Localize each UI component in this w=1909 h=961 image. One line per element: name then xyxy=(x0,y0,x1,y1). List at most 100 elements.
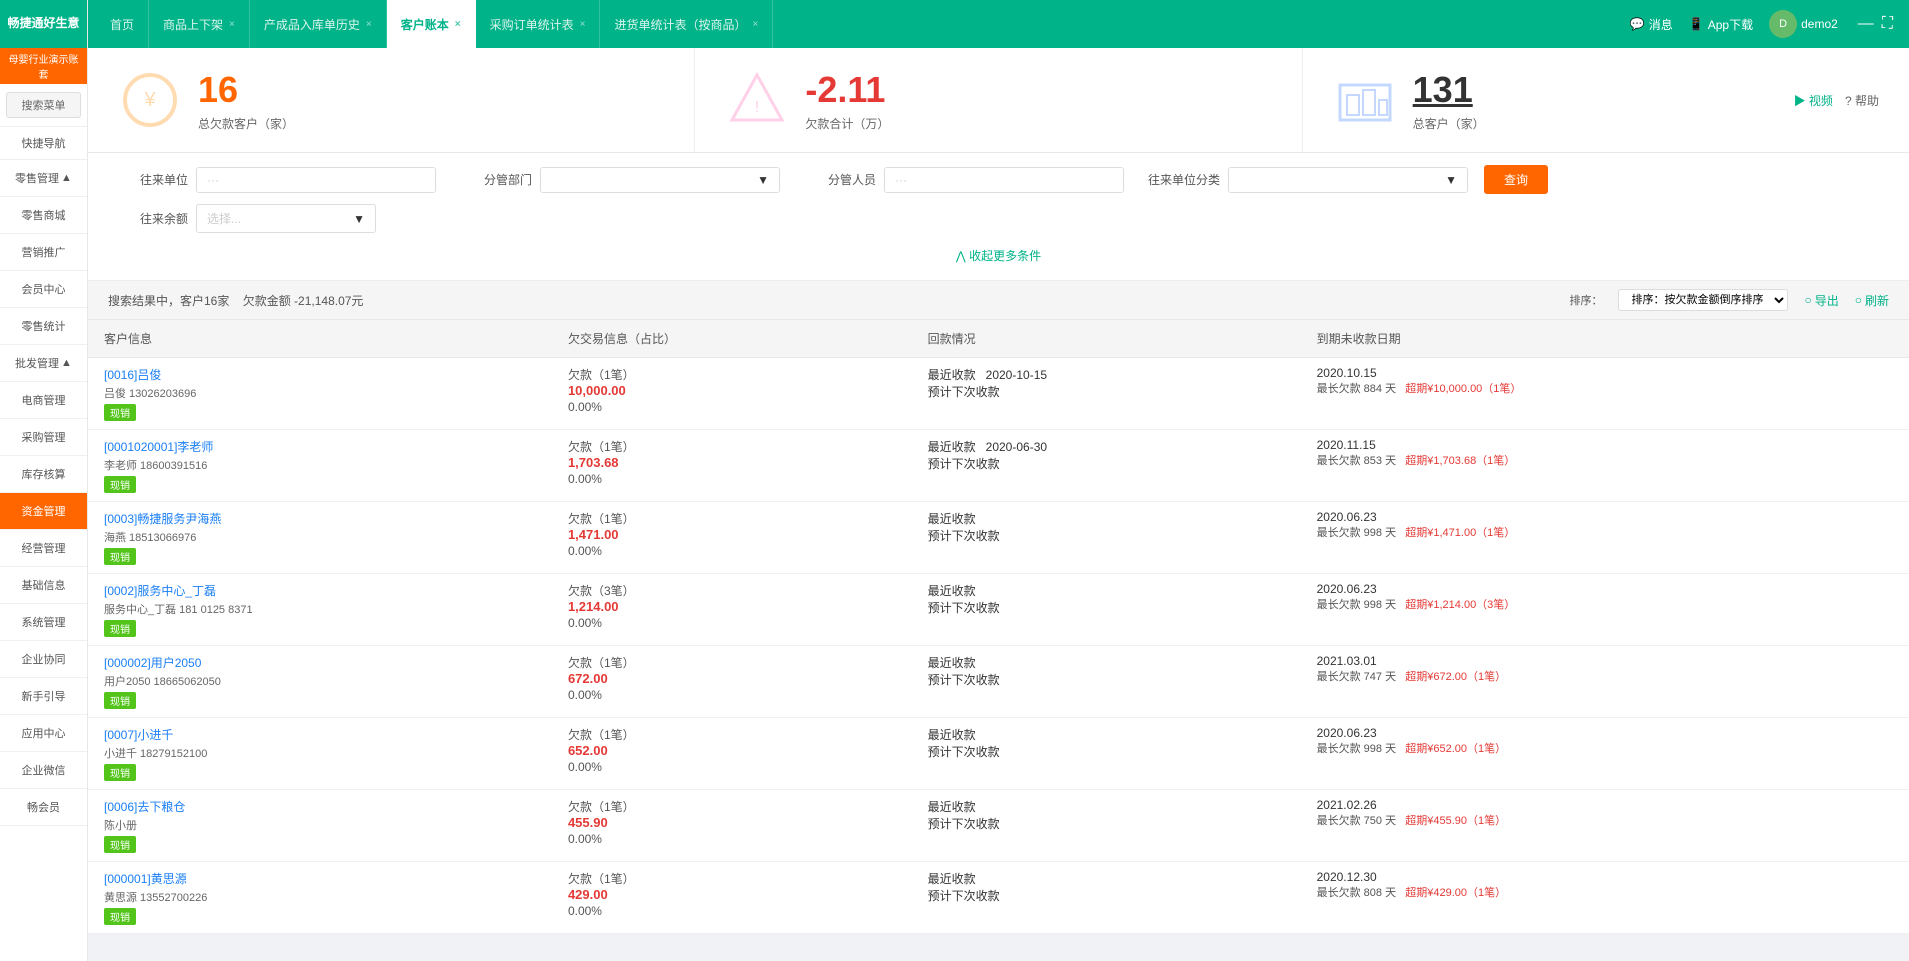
sidebar-item-appstore[interactable]: 应用中心 xyxy=(0,715,87,752)
tab-inbound-history[interactable]: 产成品入库单历史 × xyxy=(250,0,387,48)
filter-balance-label: 往来余额 xyxy=(108,210,188,227)
sidebar-item-finance[interactable]: 资金管理 xyxy=(0,493,87,530)
customer-name-7[interactable]: [000001]黄思源 xyxy=(104,872,187,886)
video-button[interactable]: ▶ 视频 xyxy=(1794,92,1833,109)
sidebar-item-collab[interactable]: 企业协同 xyxy=(0,641,87,678)
stat-info-total: 131 总客户（家） xyxy=(1413,69,1485,132)
tab-inbound-stats[interactable]: 进货单统计表（按商品） × xyxy=(600,0,773,48)
export-button[interactable]: ○ 导出 xyxy=(1804,292,1838,309)
last-collect-label-7: 最近收款 xyxy=(928,872,976,886)
overdue-link-1[interactable]: 超期¥1,703.68（1笔） xyxy=(1405,455,1515,467)
sidebar-item-basic-info[interactable]: 基础信息 xyxy=(0,567,87,604)
cell-due-2: 2020.06.23 最长欠款 998 天 超期¥1,471.00（1笔） xyxy=(1301,502,1909,574)
sidebar-item-member[interactable]: 会员中心 xyxy=(0,271,87,308)
sidebar-item-purchase[interactable]: 采购管理 xyxy=(0,419,87,456)
overdue-link-4[interactable]: 超期¥672.00（1笔） xyxy=(1405,671,1506,683)
col-header-due-date: 到期未收款日期 xyxy=(1301,320,1909,358)
help-button[interactable]: ? 帮助 xyxy=(1845,92,1879,109)
cell-debt-4: 欠款（1笔） 672.00 0.00% xyxy=(552,646,912,718)
tab-customer-account[interactable]: 客户账本 × xyxy=(387,0,476,48)
table-container: 客户信息 欠交易信息（占比） 回款情况 到期未收款日期 [0016]吕俊 吕俊 … xyxy=(88,320,1909,934)
message-button[interactable]: 💬 消息 xyxy=(1630,16,1673,33)
debt-amount-5[interactable]: 652.00 xyxy=(568,743,896,758)
sidebar-item-retail-mgmt[interactable]: 零售管理 ▲ xyxy=(0,160,87,197)
customer-name-2[interactable]: [0003]畅捷服务尹海燕 xyxy=(104,512,221,526)
help-icon: ? xyxy=(1845,94,1852,108)
filter-balance-select[interactable]: 选择... ▼ xyxy=(196,204,376,233)
sidebar-item-wholesale-mgmt[interactable]: 批发管理 ▲ xyxy=(0,345,87,382)
sidebar-item-operations[interactable]: 经营管理 xyxy=(0,530,87,567)
cell-collection-1: 最近收款 2020-06-30 预计下次收款 xyxy=(912,430,1301,502)
overdue-link-6[interactable]: 超期¥455.90（1笔） xyxy=(1405,815,1506,827)
tab-close-product[interactable]: × xyxy=(229,19,235,30)
customer-name-3[interactable]: [0002]服务中心_丁磊 xyxy=(104,584,216,598)
next-collect-label-7: 预计下次收款 xyxy=(928,887,1285,904)
overdue-link-7[interactable]: 超期¥429.00（1笔） xyxy=(1405,887,1506,899)
last-collect-label-0: 最近收款 xyxy=(928,368,976,382)
filter-unit-type-select[interactable]: ▼ xyxy=(1228,167,1468,193)
debt-amount-7[interactable]: 429.00 xyxy=(568,887,896,902)
maximize-button[interactable]: ⛶ xyxy=(1882,15,1893,33)
overdue-link-2[interactable]: 超期¥1,471.00（1笔） xyxy=(1405,527,1515,539)
refresh-button[interactable]: ○ 刷新 xyxy=(1855,292,1889,309)
tab-close-customer[interactable]: × xyxy=(455,19,461,30)
overdue-days-1: 最长欠款 853 天 超期¥1,703.68（1笔） xyxy=(1317,452,1893,468)
sidebar-nav: 零售管理 ▲ 零售商城 营销推广 会员中心 零售统计 批发管理 ▲ 电商管理 xyxy=(0,160,87,961)
sidebar-item-system[interactable]: 系统管理 xyxy=(0,604,87,641)
debt-amount-1[interactable]: 1,703.68 xyxy=(568,455,896,470)
sidebar-item-inventory[interactable]: 库存核算 xyxy=(0,456,87,493)
debt-amount-4[interactable]: 672.00 xyxy=(568,671,896,686)
sidebar-item-ecommerce[interactable]: 电商管理 xyxy=(0,382,87,419)
overdue-link-5[interactable]: 超期¥652.00（1笔） xyxy=(1405,743,1506,755)
sidebar-item-retail-store[interactable]: 零售商城 xyxy=(0,197,87,234)
sidebar-item-marketing[interactable]: 营销推广 xyxy=(0,234,87,271)
app-download-button[interactable]: 📱 App下载 xyxy=(1689,16,1753,33)
filter-person-input[interactable]: ··· xyxy=(884,167,1124,193)
cell-due-6: 2021.02.26 最长欠款 750 天 超期¥455.90（1笔） xyxy=(1301,790,1909,862)
sidebar-item-wechat[interactable]: 企业微信 xyxy=(0,752,87,789)
table-row: [0006]去下粮仓 陈小册 现销 欠款（1笔） 455.90 0.00% 最近… xyxy=(88,790,1909,862)
cell-debt-0: 欠款（1笔） 10,000.00 0.00% xyxy=(552,358,912,430)
filter-area: 往来单位 ··· 分管部门 ▼ 分管人员 xyxy=(88,153,1909,281)
user-profile-button[interactable]: D demo2 xyxy=(1769,10,1838,38)
search-menu-button[interactable]: 搜索菜单 xyxy=(6,92,81,118)
tab-close-purchase[interactable]: × xyxy=(580,19,586,30)
cell-debt-7: 欠款（1笔） 429.00 0.00% xyxy=(552,862,912,934)
tab-purchase-stats[interactable]: 采购订单统计表 × xyxy=(476,0,601,48)
filter-unit: 往来单位 ··· xyxy=(108,167,436,193)
filter-unit-input[interactable]: ··· xyxy=(196,167,436,193)
debt-label-0: 欠款（1笔） xyxy=(568,366,896,383)
customer-name-0[interactable]: [0016]吕俊 xyxy=(104,368,161,382)
collapse-filters-button[interactable]: ⋀ 收起更多条件 xyxy=(108,243,1889,268)
tab-close-inbound[interactable]: × xyxy=(366,19,372,30)
table-row: [0016]吕俊 吕俊 13026203696 现销 欠款（1笔） 10,000… xyxy=(88,358,1909,430)
stat-info-debt: -2.11 欠款合计（万） xyxy=(805,69,889,132)
search-button[interactable]: 查询 xyxy=(1484,165,1548,194)
customer-name-5[interactable]: [0007]小进千 xyxy=(104,728,173,742)
debt-amount-3[interactable]: 1,214.00 xyxy=(568,599,896,614)
debt-amount-0[interactable]: 10,000.00 xyxy=(568,383,896,398)
result-bar-right: 排序： 排序：按欠款金额倒序排序 ○ 导出 ○ 刷新 xyxy=(1569,289,1889,311)
tab-home[interactable]: 首页 xyxy=(96,0,149,48)
debt-amount-6[interactable]: 455.90 xyxy=(568,815,896,830)
total-customers-label: 总客户（家） xyxy=(1413,115,1485,132)
customer-name-1[interactable]: [0001020001]李老师 xyxy=(104,440,213,454)
overdue-link-3[interactable]: 超期¥1,214.00（3笔） xyxy=(1405,599,1515,611)
sort-select[interactable]: 排序：按欠款金额倒序排序 xyxy=(1618,289,1788,311)
filter-dept-select[interactable]: ▼ xyxy=(540,167,780,193)
tab-product-listing[interactable]: 商品上下架 × xyxy=(149,0,250,48)
customer-name-6[interactable]: [0006]去下粮仓 xyxy=(104,800,185,814)
customer-name-4[interactable]: [000002]用户2050 xyxy=(104,656,201,670)
tab-close-inbound-stats[interactable]: × xyxy=(752,19,758,30)
sidebar-item-member2[interactable]: 畅会员 xyxy=(0,789,87,826)
quick-nav-label: 快捷导航 xyxy=(0,127,87,160)
sidebar-item-retail-stats[interactable]: 零售统计 xyxy=(0,308,87,345)
cell-debt-2: 欠款（1笔） 1,471.00 0.00% xyxy=(552,502,912,574)
stats-row: ¥ 16 总欠款客户（家） ! -2.11 欠款合计（万） xyxy=(88,48,1909,153)
debt-amount-2[interactable]: 1,471.00 xyxy=(568,527,896,542)
minimize-button[interactable]: — xyxy=(1858,15,1874,33)
last-collect-label-2: 最近收款 xyxy=(928,512,976,526)
overdue-link-0[interactable]: 超期¥10,000.00（1笔） xyxy=(1405,383,1521,395)
cell-customer-6: [0006]去下粮仓 陈小册 现销 xyxy=(88,790,552,862)
sidebar-item-guide[interactable]: 新手引导 xyxy=(0,678,87,715)
